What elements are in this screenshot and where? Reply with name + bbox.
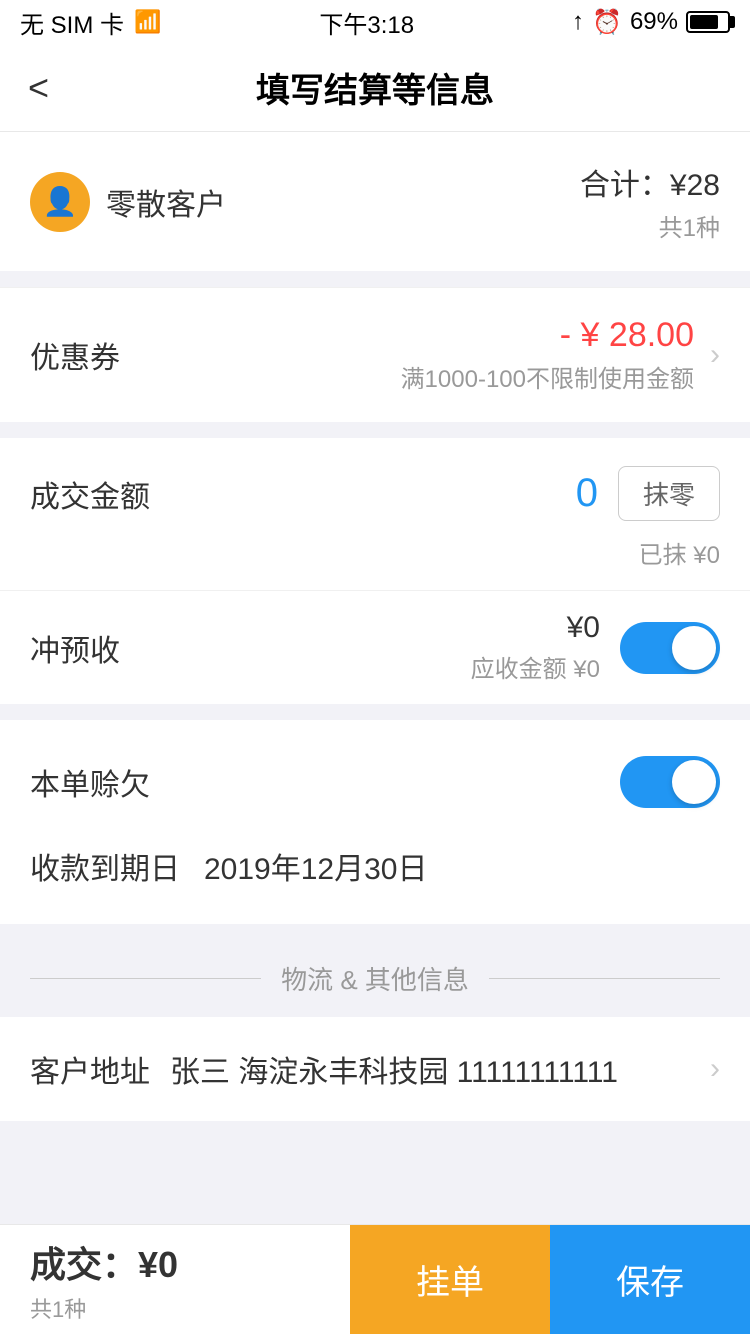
address-value: 张三 海淀永丰科技园 11111111111 (170, 1047, 710, 1091)
amount-row: 成交金额 0 抹零 (0, 438, 750, 535)
logistics-divider: 物流 & 其他信息 (0, 940, 750, 1017)
due-date-value[interactable]: 2019年12月30日 (204, 844, 427, 888)
amount-sub: 已抹 ¥0 (0, 535, 750, 590)
bottom-trade-value: ¥0 (138, 1244, 178, 1285)
customer-name: 零散客户 (106, 180, 226, 224)
logistics-section: 物流 & 其他信息 (0, 940, 750, 1017)
save-button[interactable]: 保存 (550, 1225, 750, 1334)
status-right: ↑ ⏰ 69% (572, 8, 730, 37)
prepayment-values: ¥0 应收金额 ¥0 (471, 611, 600, 684)
customer-avatar: 👤 (30, 172, 90, 232)
divider-line-right (489, 978, 720, 979)
address-label: 客户地址 (30, 1047, 150, 1091)
status-bar: 无 SIM 卡 📶 下午3:18 ↑ ⏰ 69% (0, 0, 750, 44)
prepayment-toggle[interactable] (620, 622, 720, 674)
bottom-count: 共1种 (30, 1292, 320, 1324)
amount-input-area: 0 抹零 (576, 466, 720, 521)
transaction-section: 成交金额 0 抹零 已抹 ¥0 冲预收 ¥0 应收金额 ¥0 (0, 438, 750, 704)
coupon-right: - ¥ 28.00 满1000-100不限制使用金额 › (401, 316, 720, 394)
customer-count: 共1种 (580, 208, 720, 243)
address-section[interactable]: 客户地址 张三 海淀永丰科技园 11111111111 › (0, 1017, 750, 1121)
prepayment-receivable: 应收金额 ¥0 (471, 649, 600, 684)
debt-section: 本单赊欠 收款到期日 2019年12月30日 (0, 720, 750, 924)
alarm-icon: ⏰ (592, 8, 622, 37)
bottom-trade: 成交：¥0 (30, 1236, 320, 1288)
address-chevron-icon: › (710, 1052, 720, 1086)
carrier-text: 无 SIM 卡 (20, 5, 124, 40)
prepayment-amount: ¥0 (471, 611, 600, 645)
toggle-knob (672, 626, 716, 670)
coupon-value: - ¥ 28.00 满1000-100不限制使用金额 (401, 316, 694, 394)
debt-toggle[interactable] (620, 756, 720, 808)
debt-toggle-knob (672, 760, 716, 804)
customer-section: 👤 零散客户 合计：¥28 共1种 (0, 132, 750, 271)
coupon-section[interactable]: 优惠券 - ¥ 28.00 满1000-100不限制使用金额 › (0, 287, 750, 422)
transaction-label: 成交金额 (30, 472, 150, 516)
battery-icon (686, 11, 730, 33)
bottom-summary: 成交：¥0 共1种 (0, 1236, 350, 1324)
back-button[interactable]: < (28, 67, 49, 109)
coupon-desc: 满1000-100不限制使用金额 (401, 359, 694, 394)
battery-percent: 69% (630, 8, 678, 36)
divider-line-left (30, 978, 261, 979)
address-row[interactable]: 客户地址 张三 海淀永丰科技园 11111111111 › (0, 1017, 750, 1121)
status-left: 无 SIM 卡 📶 (20, 5, 161, 40)
due-date-label: 收款到期日 (30, 844, 180, 888)
nav-bar: < 填写结算等信息 (0, 44, 750, 132)
customer-left: 👤 零散客户 (30, 172, 226, 232)
status-time: 下午3:18 (319, 5, 414, 40)
person-icon: 👤 (43, 185, 78, 218)
bottom-bar: 成交：¥0 共1种 挂单 保存 (0, 1224, 750, 1334)
customer-summary: 合计：¥28 共1种 (580, 160, 720, 243)
debt-row: 本单赊欠 (0, 720, 750, 844)
chevron-right-icon: › (710, 338, 720, 372)
hold-button[interactable]: 挂单 (350, 1225, 550, 1334)
coupon-row[interactable]: 优惠券 - ¥ 28.00 满1000-100不限制使用金额 › (0, 287, 750, 422)
coupon-label: 优惠券 (30, 333, 120, 377)
prepayment-row: 冲预收 ¥0 应收金额 ¥0 (0, 590, 750, 704)
prepayment-label: 冲预收 (30, 626, 120, 670)
wifi-icon: 📶 (134, 9, 161, 35)
round-zero-button[interactable]: 抹零 (618, 466, 720, 521)
content: 👤 零散客户 合计：¥28 共1种 优惠券 - ¥ 28.00 满1000-10… (0, 132, 750, 1241)
location-icon: ↑ (572, 8, 584, 36)
prepayment-right: ¥0 应收金额 ¥0 (471, 611, 720, 684)
coupon-discount: - ¥ 28.00 (401, 316, 694, 355)
due-date-row: 收款到期日 2019年12月30日 (0, 844, 750, 924)
customer-row: 👤 零散客户 合计：¥28 共1种 (0, 132, 750, 271)
page-title: 填写结算等信息 (256, 63, 494, 112)
bottom-trade-label: 成交： (30, 1244, 138, 1285)
transaction-value[interactable]: 0 (576, 471, 598, 516)
customer-total: 合计：¥28 (580, 160, 720, 204)
debt-label: 本单赊欠 (30, 760, 150, 804)
logistics-label: 物流 & 其他信息 (281, 960, 469, 997)
